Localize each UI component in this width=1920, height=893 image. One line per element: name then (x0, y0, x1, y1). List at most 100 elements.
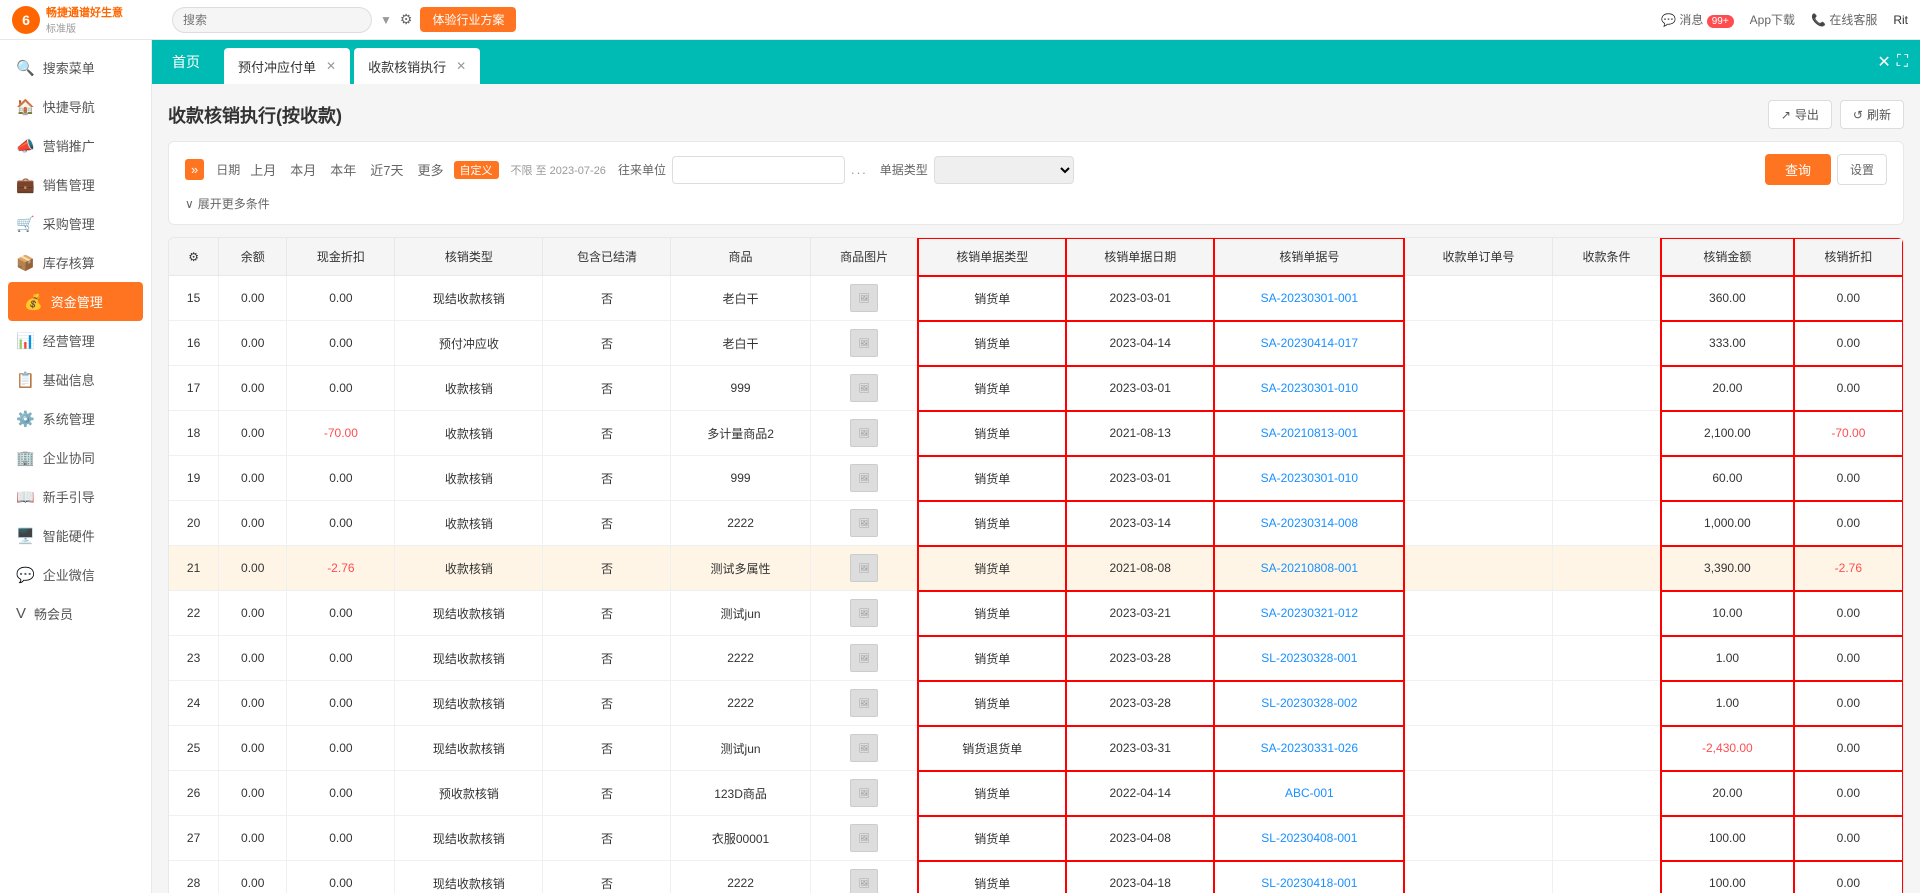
query-button[interactable]: 查询 (1765, 154, 1831, 185)
cell-bill-date: 2023-04-08 (1066, 816, 1214, 861)
cell-bill-no[interactable]: ABC-001 (1214, 771, 1404, 816)
cell-bill-type: 销货单 (918, 861, 1066, 893)
notice-area[interactable]: 💬 消息 99+ (1661, 11, 1734, 28)
expand-conditions-btn[interactable]: ∨ 展开更多条件 (185, 195, 1887, 212)
cell-cash-discount: -2.76 (287, 546, 395, 591)
cell-bill-date: 2022-04-14 (1066, 771, 1214, 816)
page-content: 收款核销执行(按收款) ↗ 导出 ↺ 刷新 » (152, 84, 1920, 893)
cell-row-id: 17 (169, 366, 219, 411)
cell-bill-no[interactable]: SA-20230301-010 (1214, 366, 1404, 411)
sidebar-item-operations[interactable]: 📊 经营管理 (0, 321, 151, 360)
cell-verify-amount: 20.00 (1661, 771, 1795, 816)
cell-bill-no[interactable]: SA-20230301-001 (1214, 276, 1404, 321)
cell-bill-no[interactable]: SA-20230301-010 (1214, 456, 1404, 501)
sidebar-item-marketing[interactable]: 📣 营销推广 (0, 126, 151, 165)
tab-actions: ✕ ⛶ (1877, 52, 1920, 72)
cell-balance: 0.00 (219, 636, 287, 681)
sidebar-item-basic-info[interactable]: 📋 基础信息 (0, 360, 151, 399)
refresh-button[interactable]: ↺ 刷新 (1840, 100, 1904, 129)
cell-bill-type: 销货单 (918, 321, 1066, 366)
tab-receipt-verify-close[interactable]: ✕ (456, 59, 466, 73)
sidebar-item-quick-nav[interactable]: 🏠 快捷导航 (0, 87, 151, 126)
sidebar-item-smart-hw[interactable]: 🖥️ 智能硬件 (0, 516, 151, 555)
cell-product-image: 🖼 (810, 861, 918, 893)
table-row: 18 0.00 -70.00 收款核销 否 多计量商品2 🖼 销货单 2021-… (169, 411, 1903, 456)
logo-icon: 6 (12, 6, 40, 34)
date-7days[interactable]: 近7天 (366, 158, 407, 181)
megaphone-icon: 📣 (16, 137, 35, 155)
online-service-link[interactable]: 📞 在线客服 (1811, 11, 1877, 28)
sidebar-item-guide[interactable]: 📖 新手引导 (0, 477, 151, 516)
cell-bill-no[interactable]: SA-20230414-017 (1214, 321, 1404, 366)
cell-product: 2222 (671, 636, 810, 681)
cell-bill-date: 2023-04-14 (1066, 321, 1214, 366)
counterparty-input[interactable] (672, 156, 845, 184)
home-icon: 🏠 (16, 98, 35, 116)
cell-bill-date: 2023-03-31 (1066, 726, 1214, 771)
sidebar-item-finance[interactable]: 💰 资金管理 (8, 282, 143, 321)
sidebar-item-inventory[interactable]: 📦 库存核算 (0, 243, 151, 282)
date-curr-year[interactable]: 本年 (326, 158, 360, 181)
tab-receipt-verify[interactable]: 收款核销执行 ✕ (354, 48, 480, 84)
tab-fullscreen-icon[interactable]: ⛶ (1897, 53, 1908, 71)
cell-verify-amount: 100.00 (1661, 816, 1795, 861)
cell-bill-no[interactable]: SA-20210808-001 (1214, 546, 1404, 591)
search-input[interactable] (172, 7, 372, 33)
filter-expand-arrow[interactable]: » (185, 159, 204, 180)
cell-include-settled: 否 (543, 321, 671, 366)
cell-bill-no[interactable]: SA-20230321-012 (1214, 591, 1404, 636)
cell-verify-amount: -2,430.00 (1661, 726, 1795, 771)
cell-bill-no[interactable]: SL-20230418-001 (1214, 861, 1404, 893)
sidebar-item-member[interactable]: V 畅会员 (0, 594, 151, 633)
sidebar-item-purchase[interactable]: 🛒 采购管理 (0, 204, 151, 243)
cell-receipt-condition (1552, 816, 1660, 861)
date-custom-btn[interactable]: 自定义 (454, 161, 499, 179)
sidebar-item-wechat[interactable]: 💬 企业微信 (0, 555, 151, 594)
sidebar-item-corp[interactable]: 🏢 企业协同 (0, 438, 151, 477)
cell-bill-no[interactable]: SA-20210813-001 (1214, 411, 1404, 456)
cell-product: 2222 (671, 861, 810, 893)
tab-prepay-close[interactable]: ✕ (326, 59, 336, 73)
col-header-verify-type: 核销类型 (395, 238, 543, 276)
settings-gear-icon[interactable]: ⚙ (400, 11, 413, 28)
col-header-bill-date: 核销单据日期 (1066, 238, 1214, 276)
cell-bill-type: 销货单 (918, 546, 1066, 591)
col-header-cash-discount: 现金折扣 (287, 238, 395, 276)
cell-balance: 0.00 (219, 546, 287, 591)
app-download-link[interactable]: App下载 (1750, 11, 1795, 28)
date-prev-month[interactable]: 上月 (246, 158, 280, 181)
book-icon: 📖 (16, 488, 35, 506)
cell-bill-no[interactable]: SA-20230314-008 (1214, 501, 1404, 546)
bill-type-select[interactable] (934, 156, 1074, 184)
cell-receipt-order-no (1404, 771, 1552, 816)
cell-balance: 0.00 (219, 456, 287, 501)
cell-bill-no[interactable]: SL-20230328-001 (1214, 636, 1404, 681)
cell-row-id: 25 (169, 726, 219, 771)
sidebar-item-sales[interactable]: 💼 销售管理 (0, 165, 151, 204)
expand-more-bar: ∨ 展开更多条件 (185, 195, 1887, 212)
sidebar-item-system[interactable]: ⚙️ 系统管理 (0, 399, 151, 438)
cell-verify-amount: 10.00 (1661, 591, 1795, 636)
tab-prepay[interactable]: 预付冲应付单 ✕ (224, 48, 350, 84)
industry-solution-button[interactable]: 体验行业方案 (420, 7, 516, 32)
cell-bill-date: 2023-03-28 (1066, 681, 1214, 726)
cell-bill-no[interactable]: SL-20230328-002 (1214, 681, 1404, 726)
date-more[interactable]: 更多 (414, 158, 448, 181)
cell-verify-type: 收款核销 (395, 366, 543, 411)
tab-home[interactable]: 首页 (152, 40, 220, 84)
export-button[interactable]: ↗ 导出 (1768, 100, 1832, 129)
cell-row-id: 24 (169, 681, 219, 726)
chart-icon: 📊 (16, 332, 35, 350)
sidebar-item-search-menu[interactable]: 🔍 搜索菜单 (0, 48, 151, 87)
tab-close-all-icon[interactable]: ✕ (1877, 52, 1890, 72)
cell-receipt-condition (1552, 726, 1660, 771)
settings-button[interactable]: 设置 (1837, 154, 1887, 185)
date-curr-month[interactable]: 本月 (286, 158, 320, 181)
cell-bill-no[interactable]: SL-20230408-001 (1214, 816, 1404, 861)
col-header-settings[interactable]: ⚙ (169, 238, 219, 276)
cell-bill-no[interactable]: SA-20230331-026 (1214, 726, 1404, 771)
cell-verify-amount: 1.00 (1661, 636, 1795, 681)
dropdown-arrow[interactable]: ▼ (380, 13, 392, 27)
box-icon: 📦 (16, 254, 35, 272)
user-name[interactable]: Rit (1893, 13, 1908, 27)
